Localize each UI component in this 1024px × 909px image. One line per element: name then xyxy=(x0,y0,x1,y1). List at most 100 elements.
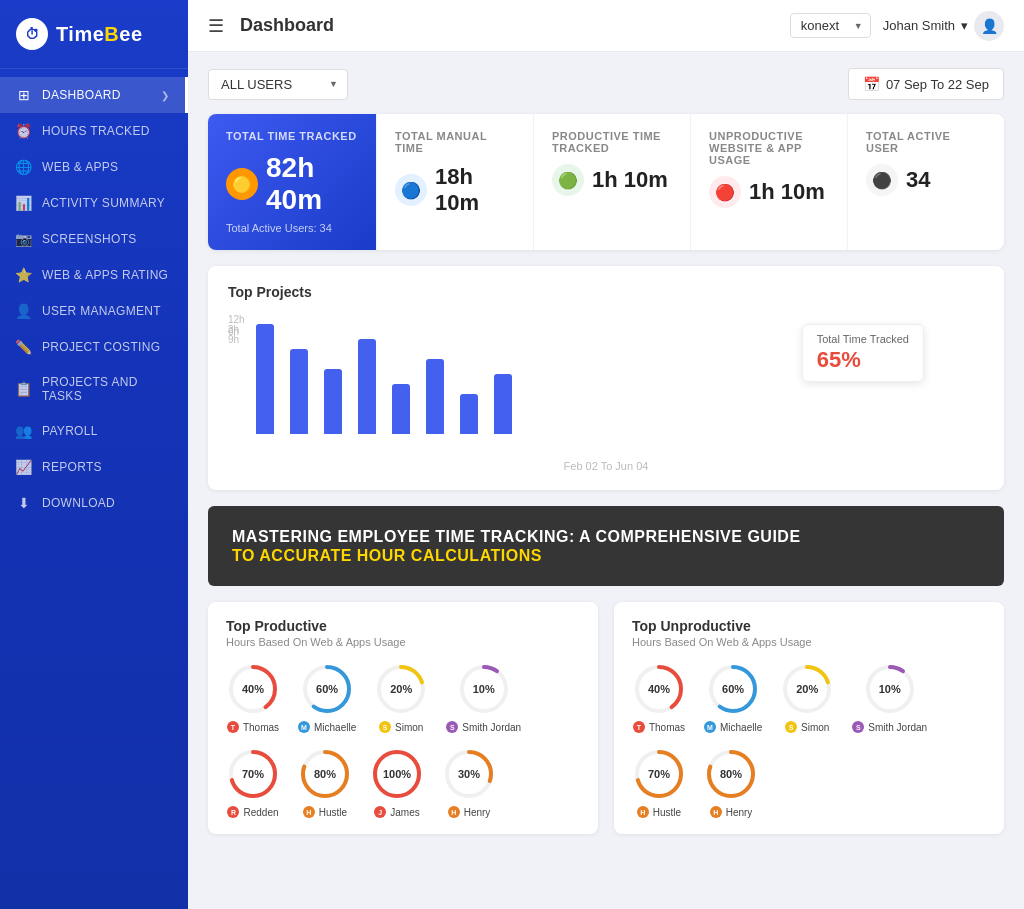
circle-wrap: 80% xyxy=(298,747,352,801)
chart-bar-5 xyxy=(426,359,444,434)
chart-bar-7 xyxy=(494,374,512,434)
circle-item-henry: 80% H Henry xyxy=(704,747,758,818)
circle-user-name: Thomas xyxy=(649,722,685,733)
circle-percent: 30% xyxy=(442,747,496,801)
stat-card-productive-time: Productive Time Tracked 🟢 1h 10m xyxy=(534,114,691,250)
chart-title: Top Projects xyxy=(228,284,984,300)
stat-icon: 🔵 xyxy=(395,174,427,206)
circle-wrap: 80% xyxy=(704,747,758,801)
circle-wrap: 20% xyxy=(374,662,428,716)
circle-item-simon: 20% S Simon xyxy=(780,662,834,733)
productive-circle-grid: 40% T Thomas 60% M Michaelle xyxy=(226,662,580,818)
sidebar-item-projects-tasks[interactable]: 📋 PROJECTS AND TASKS xyxy=(0,365,188,413)
chart-overlay: Total Time Tracked 65% xyxy=(802,324,924,382)
top-unproductive-card: Top Unproductive Hours Based On Web & Ap… xyxy=(614,602,1004,834)
sidebar-item-user-management[interactable]: 👤 USER MANAGMENT xyxy=(0,293,188,329)
chart-bar-6 xyxy=(460,394,478,434)
nav-label-payroll: PAYROLL xyxy=(42,424,98,438)
sidebar-item-web-apps-rating[interactable]: ⭐ WEB & APPS RATING xyxy=(0,257,188,293)
sidebar-item-reports[interactable]: 📈 REPORTS xyxy=(0,449,188,485)
user-name: Johan Smith xyxy=(883,18,955,33)
sidebar: ⏱ TimeBee ⊞ DASHBOARD ❯ ⏰ HOURS TRACKED … xyxy=(0,0,188,909)
circle-wrap: 60% xyxy=(706,662,760,716)
nav-icon-project-costing: ✏️ xyxy=(16,339,32,355)
circle-user-name: Michaelle xyxy=(314,722,356,733)
circle-item-redden: 70% R Redden xyxy=(226,747,280,818)
circle-percent: 100% xyxy=(370,747,424,801)
user-dropdown-icon: ▾ xyxy=(961,18,968,33)
circle-name: H Henry xyxy=(448,806,491,818)
circle-percent: 70% xyxy=(632,747,686,801)
sidebar-item-hours-tracked[interactable]: ⏰ HOURS TRACKED xyxy=(0,113,188,149)
circle-item-michaelle: 60% M Michaelle xyxy=(298,662,356,733)
sidebar-item-web-apps[interactable]: 🌐 WEB & APPS xyxy=(0,149,188,185)
bottom-row: Top Productive Hours Based On Web & Apps… xyxy=(208,602,1004,834)
top-productive-title: Top Productive xyxy=(226,618,580,634)
nav-icon-screenshots: 📷 xyxy=(16,231,32,247)
overlay-title: Total Time Tracked xyxy=(817,333,909,345)
circle-item-smithjordan: 10% S Smith Jordan xyxy=(446,662,521,733)
stat-value: 82h 40m xyxy=(266,152,358,216)
sidebar-item-payroll[interactable]: 👥 PAYROLL xyxy=(0,413,188,449)
users-filter[interactable]: ALL USERS Active Users xyxy=(208,69,348,100)
main-content: ☰ Dashboard konext Johan Smith ▾ 👤 ALL U… xyxy=(188,0,1024,909)
topbar: ☰ Dashboard konext Johan Smith ▾ 👤 xyxy=(188,0,1024,52)
top-projects-card: Top Projects 12h 9h 6h 3h Total Time Tra… xyxy=(208,266,1004,490)
sidebar-item-screenshots[interactable]: 📷 SCREENSHOTS xyxy=(0,221,188,257)
circle-dot: T xyxy=(633,721,645,733)
menu-icon[interactable]: ☰ xyxy=(208,15,224,37)
nav-label-screenshots: SCREENSHOTS xyxy=(42,232,137,246)
sidebar-item-dashboard[interactable]: ⊞ DASHBOARD ❯ xyxy=(0,77,188,113)
circle-name: H Henry xyxy=(710,806,753,818)
sidebar-item-project-costing[interactable]: ✏️ PROJECT COSTING xyxy=(0,329,188,365)
nav-label-download: DOWNLOAD xyxy=(42,496,115,510)
circle-name: S Simon xyxy=(785,721,829,733)
circle-dot: H xyxy=(637,806,649,818)
circle-item-simon: 20% S Simon xyxy=(374,662,428,733)
sidebar-item-download[interactable]: ⬇ DOWNLOAD xyxy=(0,485,188,521)
nav-label-project-costing: PROJECT COSTING xyxy=(42,340,160,354)
chart-area: 12h 9h 6h 3h Total Time Tracked 65% xyxy=(228,314,984,454)
stat-value: 1h 10m xyxy=(592,167,668,193)
date-range-filter[interactable]: 📅 07 Sep To 22 Sep xyxy=(848,68,1004,100)
circle-user-name: Simon xyxy=(801,722,829,733)
stat-label: Total Time Tracked xyxy=(226,130,358,142)
circle-name: T Thomas xyxy=(633,721,685,733)
nav-icon-download: ⬇ xyxy=(16,495,32,511)
chart-bar-group-3 xyxy=(358,339,376,434)
circle-dot: J xyxy=(374,806,386,818)
circle-dot: S xyxy=(379,721,391,733)
circle-dot: H xyxy=(448,806,460,818)
stats-row: Total Time Tracked 🟡 82h 40m Total Activ… xyxy=(208,114,1004,250)
stat-label: Total Manual Time xyxy=(395,130,515,154)
top-productive-sub: Hours Based On Web & Apps Usage xyxy=(226,636,580,648)
company-select-wrapper: konext xyxy=(790,13,871,38)
stat-value: 1h 10m xyxy=(749,179,825,205)
circle-percent: 10% xyxy=(863,662,917,716)
nav-label-hours-tracked: HOURS TRACKED xyxy=(42,124,150,138)
nav-icon-activity-summary: 📊 xyxy=(16,195,32,211)
circle-item-hustle: 70% H Hustle xyxy=(632,747,686,818)
nav-label-activity-summary: ACTIVITY SUMMARY xyxy=(42,196,165,210)
page-title: Dashboard xyxy=(240,15,778,36)
company-select[interactable]: konext xyxy=(790,13,871,38)
circle-wrap: 10% xyxy=(457,662,511,716)
avatar: 👤 xyxy=(974,11,1004,41)
y-label-3h: 3h xyxy=(228,324,239,335)
circle-dot: S xyxy=(785,721,797,733)
circle-percent: 20% xyxy=(374,662,428,716)
nav-icon-payroll: 👥 xyxy=(16,423,32,439)
circle-wrap: 40% xyxy=(632,662,686,716)
circle-percent: 60% xyxy=(300,662,354,716)
circle-percent: 20% xyxy=(780,662,834,716)
filter-bar: ALL USERS Active Users 📅 07 Sep To 22 Se… xyxy=(208,68,1004,100)
circle-user-name: Henry xyxy=(726,807,753,818)
circle-user-name: Thomas xyxy=(243,722,279,733)
logo[interactable]: ⏱ TimeBee xyxy=(0,0,188,69)
sidebar-nav: ⊞ DASHBOARD ❯ ⏰ HOURS TRACKED 🌐 WEB & AP… xyxy=(0,69,188,909)
chart-bar-group-1 xyxy=(290,349,308,434)
user-profile[interactable]: Johan Smith ▾ 👤 xyxy=(883,11,1004,41)
circle-name: M Michaelle xyxy=(704,721,762,733)
overlay-value: 65% xyxy=(817,347,909,373)
sidebar-item-activity-summary[interactable]: 📊 ACTIVITY SUMMARY xyxy=(0,185,188,221)
